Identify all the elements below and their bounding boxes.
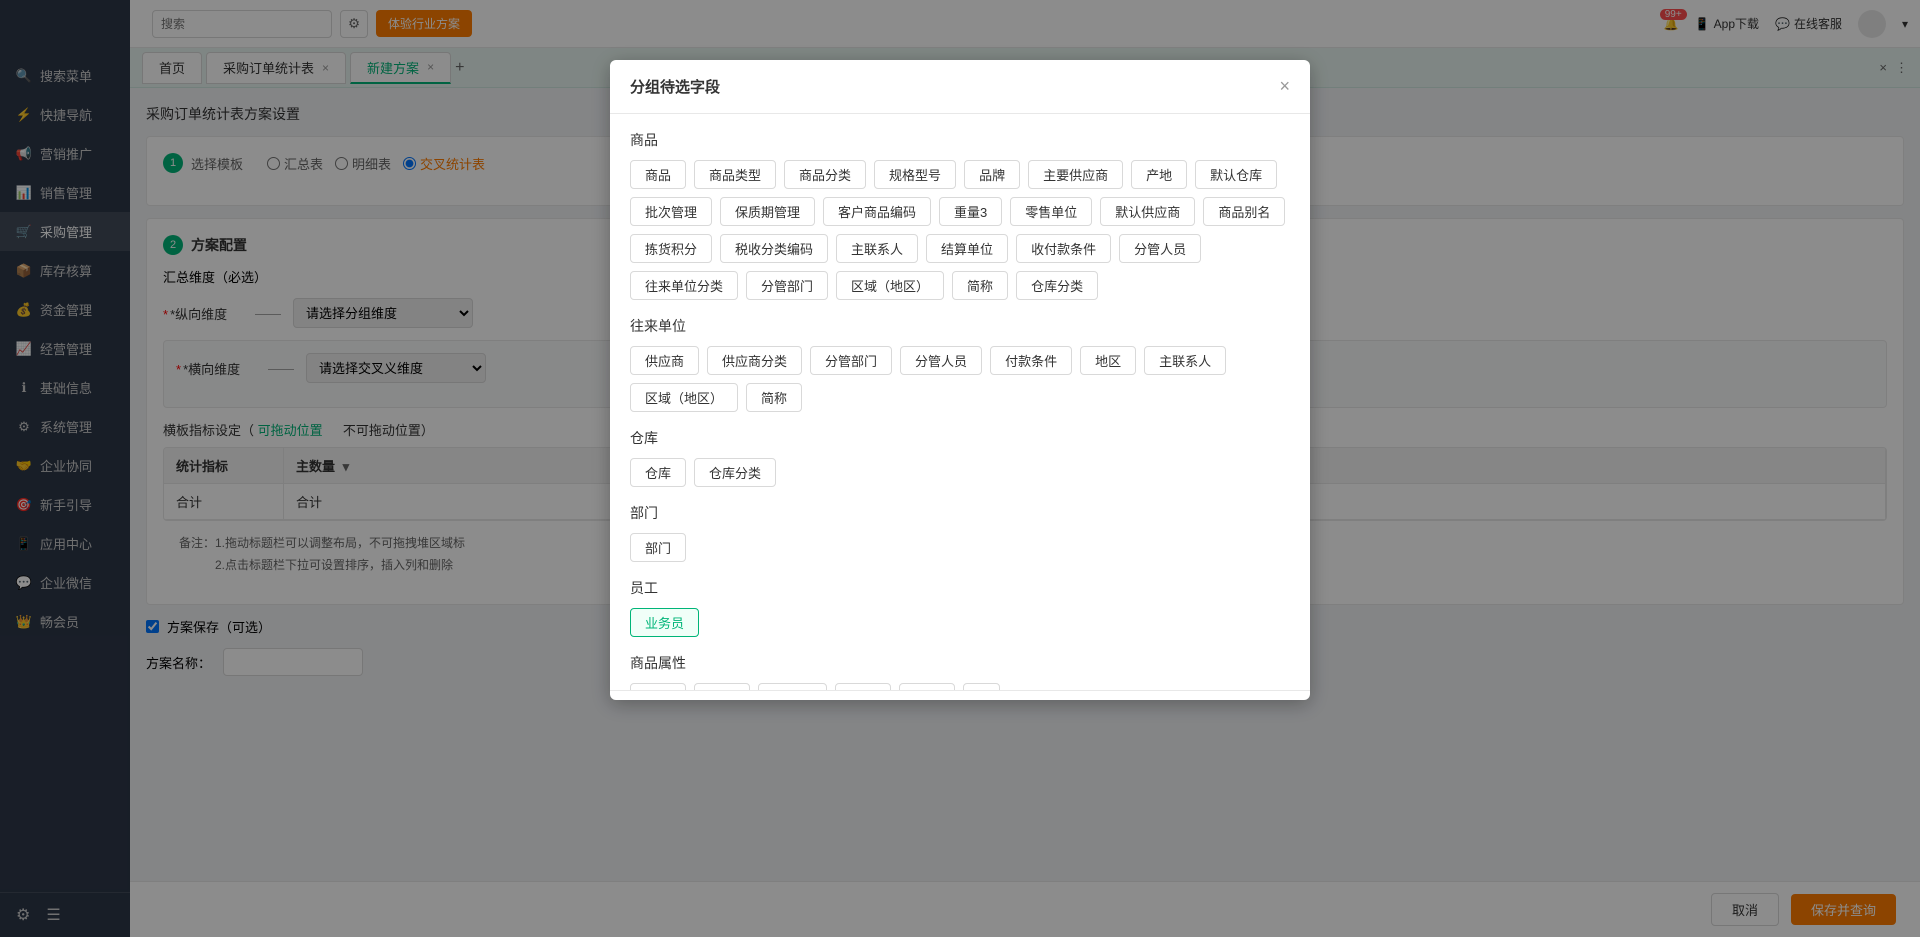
tag-4-0[interactable]: 业务员 [630,608,699,637]
modal-section-0: 商品商品商品类型商品分类规格型号品牌主要供应商产地默认仓库批次管理保质期管理客户… [630,130,1290,300]
field-select-modal: 分组待选字段 × 商品商品商品类型商品分类规格型号品牌主要供应商产地默认仓库批次… [610,60,1310,700]
tag-0-2[interactable]: 商品分类 [784,160,866,189]
tag-0-18[interactable]: 结算单位 [926,234,1008,263]
modal-overlay: 分组待选字段 × 商品商品商品类型商品分类规格型号品牌主要供应商产地默认仓库批次… [0,0,1920,937]
tag-0-5[interactable]: 主要供应商 [1028,160,1123,189]
modal-section-4: 员工业务员 [630,578,1290,637]
modal-section-title-2: 仓库 [630,428,1290,448]
modal-close-button[interactable]: × [1279,76,1290,97]
modal-section-1: 往来单位供应商供应商分类分管部门分管人员付款条件地区主联系人区域（地区） 简称 [630,316,1290,412]
tag-1-0[interactable]: 供应商 [630,346,699,375]
tag-0-10[interactable]: 客户商品编码 [823,197,931,226]
modal-section-title-0: 商品 [630,130,1290,150]
tag-0-22[interactable]: 分管部门 [746,271,828,300]
modal-section-title-4: 员工 [630,578,1290,598]
tag-1-1[interactable]: 供应商分类 [707,346,802,375]
tag-0-3[interactable]: 规格型号 [874,160,956,189]
tag-0-25[interactable]: 仓库分类 [1016,271,1098,300]
modal-section-tags-1: 供应商供应商分类分管部门分管人员付款条件地区主联系人区域（地区） 简称 [630,346,1290,412]
modal-horizontal-scrollbar[interactable] [610,690,1310,700]
tag-0-6[interactable]: 产地 [1131,160,1187,189]
modal-section-5: 商品属性属性颜色多规格尺码鞋码1 [630,653,1290,690]
tag-1-5[interactable]: 地区 [1080,346,1136,375]
modal-section-title-3: 部门 [630,503,1290,523]
tag-0-20[interactable]: 分管人员 [1119,234,1201,263]
tag-0-17[interactable]: 主联系人 [836,234,918,263]
tag-0-13[interactable]: 默认供应商 [1100,197,1195,226]
tag-0-24[interactable]: 简称 [952,271,1008,300]
tag-3-0[interactable]: 部门 [630,533,686,562]
tag-1-4[interactable]: 付款条件 [990,346,1072,375]
tag-0-12[interactable]: 零售单位 [1010,197,1092,226]
tag-0-9[interactable]: 保质期管理 [720,197,815,226]
tag-0-8[interactable]: 批次管理 [630,197,712,226]
tag-0-23[interactable]: 区域（地区） [836,271,944,300]
modal-title: 分组待选字段 [630,76,720,97]
tag-1-8[interactable]: 简称 [746,383,802,412]
tag-0-11[interactable]: 重量3 [939,197,1002,226]
tag-0-21[interactable]: 往来单位分类 [630,271,738,300]
tag-0-4[interactable]: 品牌 [964,160,1020,189]
tag-0-15[interactable]: 拣货积分 [630,234,712,263]
tag-0-7[interactable]: 默认仓库 [1195,160,1277,189]
tag-0-0[interactable]: 商品 [630,160,686,189]
modal-section-title-1: 往来单位 [630,316,1290,336]
tag-0-19[interactable]: 收付款条件 [1016,234,1111,263]
tag-0-14[interactable]: 商品别名 [1203,197,1285,226]
tag-1-2[interactable]: 分管部门 [810,346,892,375]
modal-section-tags-4: 业务员 [630,608,1290,637]
modal-section-2: 仓库仓库仓库分类 [630,428,1290,487]
modal-section-tags-3: 部门 [630,533,1290,562]
tag-2-0[interactable]: 仓库 [630,458,686,487]
modal-body: 商品商品商品类型商品分类规格型号品牌主要供应商产地默认仓库批次管理保质期管理客户… [610,114,1310,690]
tag-1-6[interactable]: 主联系人 [1144,346,1226,375]
tag-0-1[interactable]: 商品类型 [694,160,776,189]
modal-section-tags-2: 仓库仓库分类 [630,458,1290,487]
tag-2-1[interactable]: 仓库分类 [694,458,776,487]
tag-0-16[interactable]: 税收分类编码 [720,234,828,263]
modal-header: 分组待选字段 × [610,60,1310,114]
tag-1-3[interactable]: 分管人员 [900,346,982,375]
modal-section-tags-0: 商品商品类型商品分类规格型号品牌主要供应商产地默认仓库批次管理保质期管理客户商品… [630,160,1290,300]
tag-1-7[interactable]: 区域（地区） [630,383,738,412]
modal-section-title-5: 商品属性 [630,653,1290,673]
modal-section-3: 部门部门 [630,503,1290,562]
